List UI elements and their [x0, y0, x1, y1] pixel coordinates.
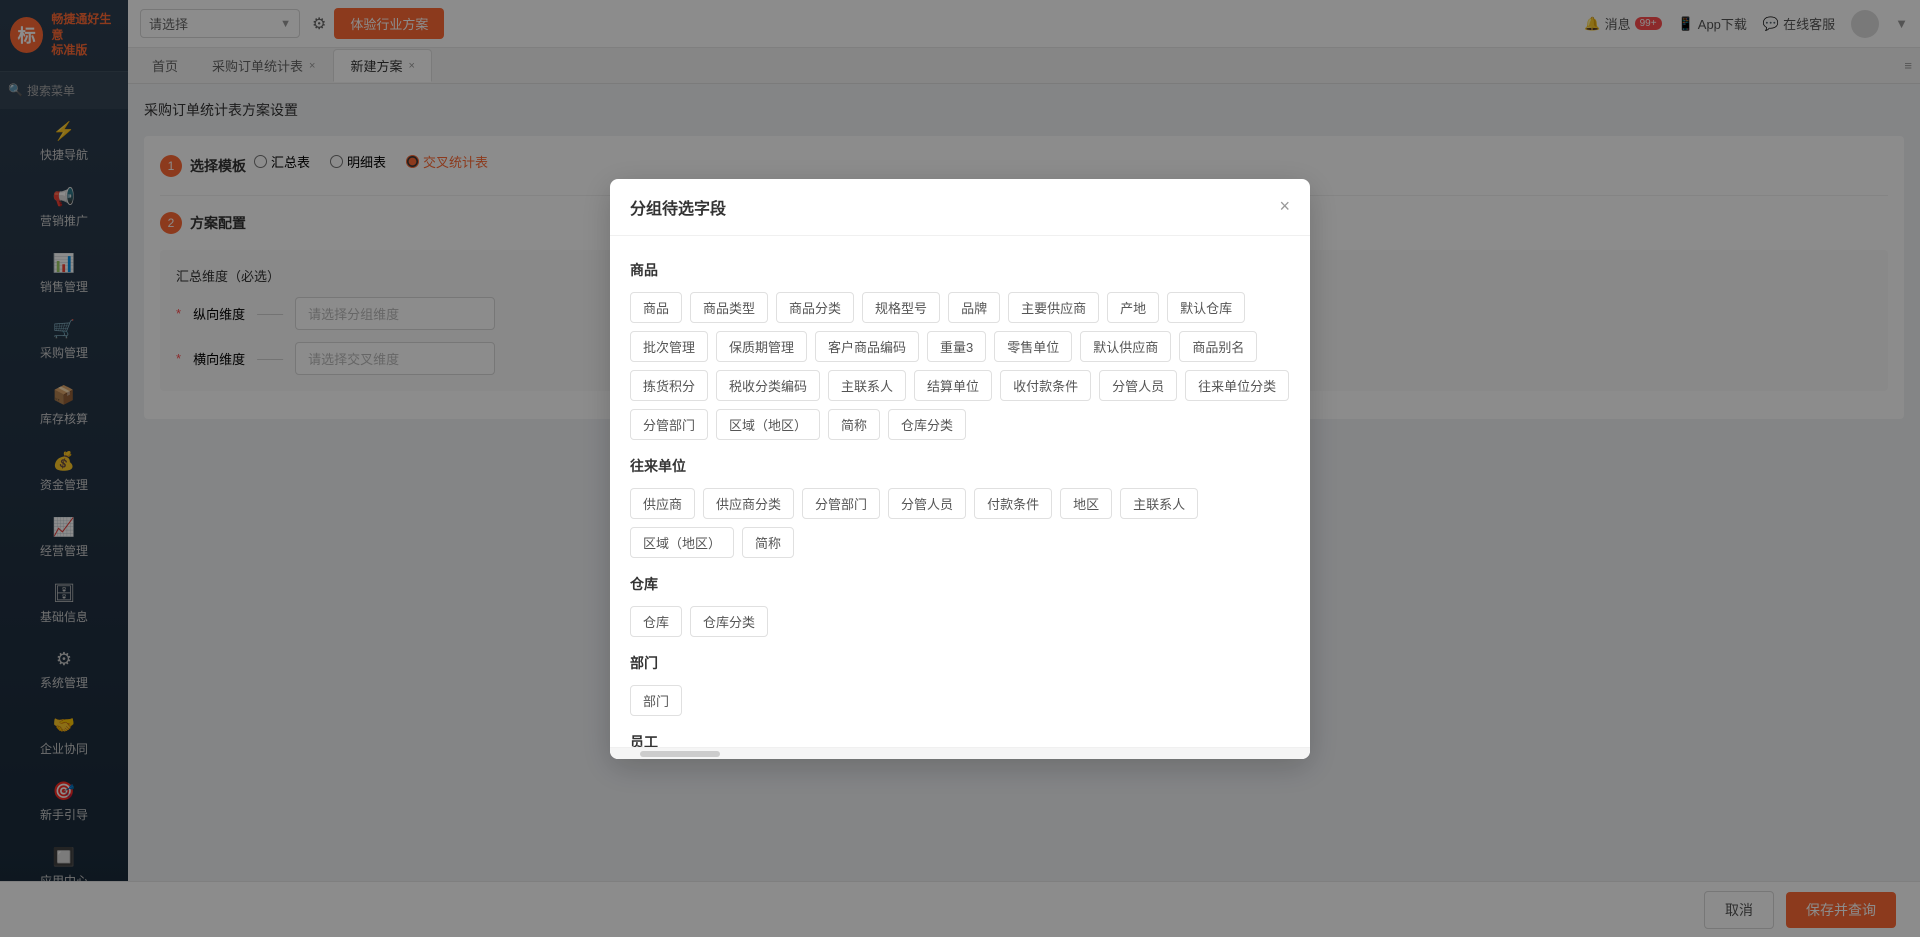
- tag-cangku-fl[interactable]: 仓库分类: [888, 409, 966, 440]
- tag-fenguan-ry[interactable]: 分管人员: [1099, 370, 1177, 401]
- tag-dq[interactable]: 地区: [1060, 488, 1112, 519]
- section-title-cangku: 仓库: [630, 574, 1290, 594]
- tag-fk-tj[interactable]: 付款条件: [974, 488, 1052, 519]
- tag-group-bumen: 部门: [630, 685, 1290, 716]
- tag-fg-ry[interactable]: 分管人员: [888, 488, 966, 519]
- tag-ck[interactable]: 仓库: [630, 606, 682, 637]
- tag-moren-ck[interactable]: 默认仓库: [1167, 292, 1245, 323]
- tag-chandi[interactable]: 产地: [1107, 292, 1159, 323]
- tag-zhuyao-gys[interactable]: 主要供应商: [1008, 292, 1099, 323]
- tag-baozhiqi-gl[interactable]: 保质期管理: [716, 331, 807, 362]
- section-title-bumen: 部门: [630, 653, 1290, 673]
- tag-zhifu-tj[interactable]: 收付款条件: [1000, 370, 1091, 401]
- section-title-wanglai: 往来单位: [630, 456, 1290, 476]
- tag-lingshou-dw[interactable]: 零售单位: [994, 331, 1072, 362]
- modal-close-btn[interactable]: ×: [1279, 196, 1290, 217]
- tag-jiancheng[interactable]: 简称: [828, 409, 880, 440]
- tag-shangpin-lx[interactable]: 商品类型: [690, 292, 768, 323]
- section-title-yuangong: 员工: [630, 732, 1290, 747]
- tag-gys[interactable]: 供应商: [630, 488, 695, 519]
- tag-fg-bm[interactable]: 分管部门: [802, 488, 880, 519]
- tag-shangpin-bm[interactable]: 商品别名: [1179, 331, 1257, 362]
- modal-dialog: 分组待选字段 × 商品 商品 商品类型 商品分类 规格型号 品牌 主要供应商 产…: [610, 179, 1310, 759]
- tag-guige-xm[interactable]: 规格型号: [862, 292, 940, 323]
- tag-qy-dq[interactable]: 区域（地区）: [630, 527, 734, 558]
- modal-body: 商品 商品 商品类型 商品分类 规格型号 品牌 主要供应商 产地 默认仓库 批次…: [610, 236, 1310, 747]
- tag-tihuo-jf[interactable]: 拣货积分: [630, 370, 708, 401]
- tag-gys-fl[interactable]: 供应商分类: [703, 488, 794, 519]
- tag-moren-gys[interactable]: 默认供应商: [1080, 331, 1171, 362]
- tag-kehu-spbm[interactable]: 客户商品编码: [815, 331, 919, 362]
- tag-group-goods: 商品 商品类型 商品分类 规格型号 品牌 主要供应商 产地 默认仓库 批次管理 …: [630, 292, 1290, 440]
- tag-wanglai-fl[interactable]: 往来单位分类: [1185, 370, 1289, 401]
- tag-ck-fl[interactable]: 仓库分类: [690, 606, 768, 637]
- tag-shuishou-flbm[interactable]: 税收分类编码: [716, 370, 820, 401]
- tag-bm[interactable]: 部门: [630, 685, 682, 716]
- tag-jc[interactable]: 简称: [742, 527, 794, 558]
- modal-header: 分组待选字段 ×: [610, 179, 1310, 236]
- modal-hscrollbar-thumb[interactable]: [640, 751, 720, 757]
- tag-shangpin[interactable]: 商品: [630, 292, 682, 323]
- tag-pinpai[interactable]: 品牌: [948, 292, 1000, 323]
- tag-group-cangku: 仓库 仓库分类: [630, 606, 1290, 637]
- modal-overlay: 分组待选字段 × 商品 商品 商品类型 商品分类 规格型号 品牌 主要供应商 产…: [0, 0, 1920, 937]
- tag-group-wanglai: 供应商 供应商分类 分管部门 分管人员 付款条件 地区 主联系人 区域（地区） …: [630, 488, 1290, 558]
- modal-hscrollbar[interactable]: [610, 747, 1310, 759]
- tag-zhongliang3[interactable]: 重量3: [927, 331, 986, 362]
- tag-zhu-lxr[interactable]: 主联系人: [828, 370, 906, 401]
- tag-quyu-dq[interactable]: 区域（地区）: [716, 409, 820, 440]
- tag-fenguan-bm[interactable]: 分管部门: [630, 409, 708, 440]
- tag-pici-gl[interactable]: 批次管理: [630, 331, 708, 362]
- tag-jiesuan-dw[interactable]: 结算单位: [914, 370, 992, 401]
- section-title-goods: 商品: [630, 260, 1290, 280]
- tag-zhu-lxr2[interactable]: 主联系人: [1120, 488, 1198, 519]
- tag-shangpin-fl[interactable]: 商品分类: [776, 292, 854, 323]
- modal-title: 分组待选字段: [630, 195, 726, 219]
